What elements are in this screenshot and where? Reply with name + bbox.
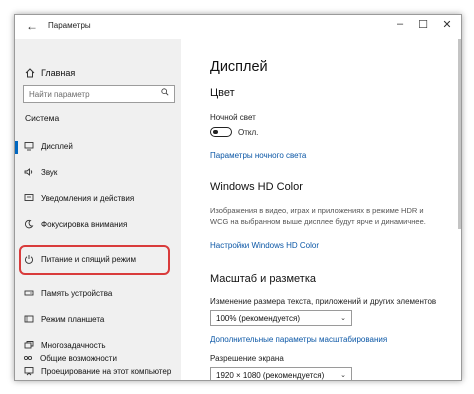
search-icon[interactable] <box>161 88 169 96</box>
scrollbar[interactable] <box>458 39 461 229</box>
resolution-label: Разрешение экрана <box>210 354 284 363</box>
sidebar-item-label: Звук <box>41 168 58 177</box>
search-input[interactable]: Найти параметр <box>23 85 175 103</box>
close-icon[interactable]: ✕ <box>440 18 454 31</box>
search-placeholder: Найти параметр <box>29 90 90 99</box>
minimize-icon[interactable]: – <box>393 18 407 30</box>
scale-heading: Масштаб и разметка <box>210 273 316 285</box>
color-heading: Цвет <box>210 87 235 99</box>
sidebar: Главная Найти параметр Система Дисплей З… <box>15 39 181 380</box>
sidebar-item-shared-label[interactable]: Общие возможности <box>40 354 117 363</box>
page-title: Дисплей <box>210 59 268 75</box>
night-light-label: Ночной свет <box>210 113 256 122</box>
monitor-icon <box>24 142 34 151</box>
size-label: Изменение размера текста, приложений и д… <box>210 297 437 306</box>
sidebar-item-label: Режим планшета <box>41 315 105 324</box>
highlight-box <box>19 245 170 275</box>
shared-icon <box>23 355 33 361</box>
sidebar-item-label: Многозадачность <box>41 341 106 350</box>
window-title: Параметры <box>48 21 91 30</box>
settings-window: ← Параметры – ☐ ✕ Главная Найти параметр… <box>14 14 462 381</box>
home-icon <box>25 68 35 78</box>
toggle-state: Откл. <box>238 128 259 137</box>
advanced-scaling-link[interactable]: Дополнительные параметры масштабирования <box>210 335 387 344</box>
sidebar-item-label: Дисплей <box>41 142 73 151</box>
section-title: Система <box>25 113 60 123</box>
toggle-knob <box>213 129 218 134</box>
sidebar-item-tablet[interactable]: Режим планшета <box>15 311 181 329</box>
sidebar-item-display[interactable]: Дисплей <box>15 138 181 156</box>
sidebar-item-label: Фокусировка внимания <box>41 220 128 229</box>
multitask-icon <box>24 341 34 349</box>
resolution-select[interactable]: 1920 × 1080 (рекомендуется) ⌄ <box>210 367 352 380</box>
speaker-icon <box>24 168 33 176</box>
title-bar: ← Параметры – ☐ ✕ <box>15 15 461 39</box>
scale-select[interactable]: 100% (рекомендуется) ⌄ <box>210 310 352 326</box>
main-panel: Дисплей Цвет Ночной свет Откл. Параметры… <box>181 39 461 380</box>
hdr-settings-link[interactable]: Настройки Windows HD Color <box>210 241 319 250</box>
scale-value: 100% (рекомендуется) <box>216 314 300 323</box>
home-label: Главная <box>41 68 76 78</box>
chevron-down-icon: ⌄ <box>340 372 346 379</box>
notification-icon <box>24 194 34 201</box>
selected-indicator <box>15 141 18 154</box>
night-light-settings-link[interactable]: Параметры ночного света <box>210 151 306 160</box>
hdr-description: Изображения в видео, играх и приложениях… <box>210 206 426 226</box>
maximize-icon[interactable]: ☐ <box>416 18 430 31</box>
moon-icon <box>25 219 34 229</box>
night-light-toggle[interactable] <box>210 127 232 137</box>
back-arrow-icon[interactable]: ← <box>26 19 38 33</box>
sidebar-item-label: Уведомления и действия <box>41 194 135 203</box>
sidebar-item-label: Память устройства <box>41 289 113 298</box>
resolution-value: 1920 × 1080 (рекомендуется) <box>216 371 325 380</box>
sidebar-item-notifications[interactable]: Уведомления и действия <box>15 190 181 208</box>
sidebar-item-focus[interactable]: Фокусировка внимания <box>15 216 181 234</box>
storage-icon <box>24 290 34 296</box>
sidebar-item-shared-experiences[interactable] <box>15 365 181 380</box>
sidebar-item-multitasking[interactable]: Многозадачность <box>15 337 181 355</box>
hdr-heading: Windows HD Color <box>210 181 303 193</box>
tablet-icon <box>24 315 34 323</box>
sidebar-item-sound[interactable]: Звук <box>15 164 181 182</box>
sidebar-item-storage[interactable]: Память устройства <box>15 285 181 303</box>
chevron-down-icon: ⌄ <box>340 315 346 322</box>
